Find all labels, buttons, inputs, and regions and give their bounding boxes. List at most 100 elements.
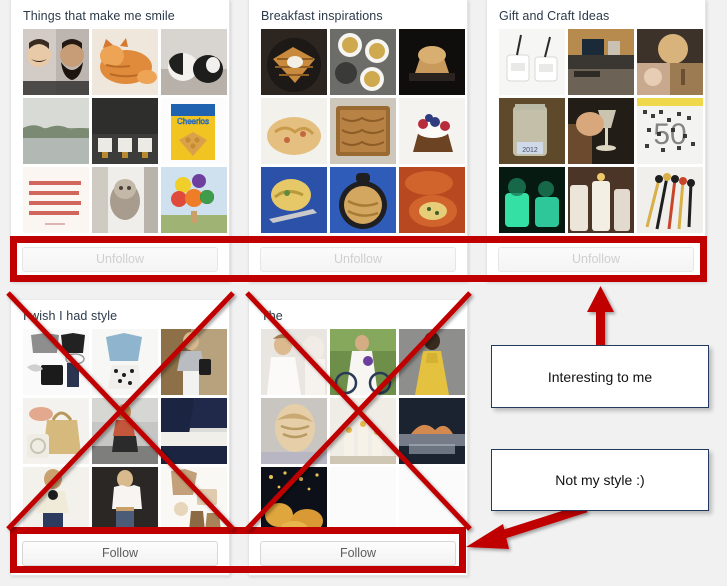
board-title: I wish I had style — [23, 309, 118, 323]
thumb-glowing-green-mason-jars-photo[interactable] — [499, 167, 565, 233]
thumb-black-white-puppies-photo[interactable] — [161, 29, 227, 95]
thumb-grey-top-outfit-flatlay[interactable] — [23, 329, 89, 395]
thumb-orange-cat-stretching-photo[interactable] — [92, 29, 158, 95]
thumb-stuffed-sweet-potato-eggs-photo[interactable] — [399, 167, 465, 233]
thumb-mustache-beard-men-photo[interactable] — [23, 29, 89, 95]
thumb-art: 50 — [637, 98, 703, 164]
board-card-breakfast-inspirations[interactable]: Breakfast inspirations Unfollow — [248, 0, 468, 282]
thumb-misty-lake-landscape-photo[interactable] — [23, 98, 89, 164]
board-card-the[interactable]: The Follow — [248, 300, 468, 576]
thumb-woman-printed-skirt-street-photo[interactable] — [92, 398, 158, 464]
screenshot-root: Things that make me smile Cheerios Unfol… — [0, 0, 727, 586]
board-title: The — [261, 309, 283, 323]
thumb-skillet-breakfast-bake-photo[interactable] — [330, 167, 396, 233]
thumb-bridal-updo-lace-dress-photo[interactable] — [261, 329, 327, 395]
thumb-sloth-hanging-photo[interactable] — [92, 167, 158, 233]
thumb-bride-with-bicycle-photo[interactable] — [330, 329, 396, 395]
thumb-candle-centerpiece-photo[interactable] — [330, 398, 396, 464]
thumb-art — [568, 98, 634, 164]
thumb-art — [399, 329, 465, 395]
thumb-art — [399, 167, 465, 233]
thumb-hash-browns-photo[interactable] — [261, 98, 327, 164]
thumb-woman-white-shirt-jeans-photo[interactable] — [92, 467, 158, 533]
board-thumbnail-grid — [261, 29, 466, 233]
unfollow-button[interactable]: Unfollow — [22, 246, 218, 272]
thumb-rolled-towels-candles-photo[interactable] — [568, 167, 634, 233]
thumb-number-50-photo-collage[interactable]: 50 — [637, 98, 703, 164]
thumb-art — [330, 29, 396, 95]
thumb-navy-white-outfit-detail-photo[interactable] — [161, 398, 227, 464]
thumb-yellow-bridesmaid-dress-photo[interactable] — [399, 329, 465, 395]
thumb-art — [161, 167, 227, 233]
board-card-things-that-make-me-smile[interactable]: Things that make me smile Cheerios Unfol… — [10, 0, 230, 282]
thumb-art — [499, 29, 565, 95]
board-thumbnail-grid — [261, 329, 466, 537]
thumb-art — [399, 398, 465, 464]
thumb-hand-holding-wine-glass-photo[interactable] — [568, 98, 634, 164]
thumb-art — [23, 398, 89, 464]
thumb-art: Cheerios — [161, 98, 227, 164]
thumb-night-reception-lights-photo[interactable] — [261, 467, 327, 537]
svg-text:Cheerios: Cheerios — [177, 117, 209, 126]
thumb-chambray-shirt-outfit-flatlay[interactable] — [92, 329, 158, 395]
thumb-tan-outfit-accessories-flatlay[interactable] — [161, 467, 227, 533]
thumb-art — [161, 329, 227, 395]
thumb-art — [399, 98, 465, 164]
thumb-art — [568, 29, 634, 95]
thumb-art — [92, 98, 158, 164]
board-follow-bar: Unfollow — [249, 237, 467, 281]
board-thumbnail-grid — [23, 329, 228, 533]
unfollow-button[interactable]: Unfollow — [498, 246, 694, 272]
thumb-braided-updo-hairstyle-photo[interactable] — [261, 398, 327, 464]
thumb-art — [23, 98, 89, 164]
thumb-dark-wall-with-framed-notes-photo[interactable] — [92, 98, 158, 164]
thumb-muffin-closeup-photo[interactable] — [399, 29, 465, 95]
thumb-mason-jar-memory-2012-photo[interactable]: 2012 — [499, 98, 565, 164]
thumb-art — [261, 467, 327, 537]
thumb-woman-white-jeans-street-photo[interactable] — [161, 329, 227, 395]
svg-text:2012: 2012 — [522, 147, 538, 154]
svg-text:50: 50 — [653, 118, 686, 151]
thumb-baked-oatmeal-casserole-photo[interactable] — [330, 98, 396, 164]
board-title: Breakfast inspirations — [261, 9, 383, 23]
not-my-style-callout: Not my style :) — [491, 449, 709, 511]
thumb-egg-casserole-on-blue-plate-photo[interactable] — [261, 167, 327, 233]
board-card-i-wish-i-had-style[interactable]: I wish I had style Follow — [10, 300, 230, 576]
thumb-art — [261, 329, 327, 395]
thumb-woman-cream-sweater-photo[interactable] — [23, 467, 89, 533]
thumb-art — [330, 167, 396, 233]
board-title: Gift and Craft Ideas — [499, 9, 610, 23]
thumb-art — [330, 329, 396, 395]
thumb-art — [23, 329, 89, 395]
thumb-painted-wooden-skewers-photo[interactable] — [637, 167, 703, 233]
thumb-painted-mugs-with-straws-photo[interactable] — [499, 29, 565, 95]
thumb-copper-dessert-table-photo[interactable] — [399, 398, 465, 464]
thumb-desk-workspace-photo[interactable] — [568, 29, 634, 95]
interesting-to-me-callout: Interesting to me — [491, 345, 709, 408]
thumb-art — [637, 167, 703, 233]
board-follow-bar: Follow — [249, 531, 467, 575]
board-card-gift-and-craft-ideas[interactable]: Gift and Craft Ideas 2012 50 Unfollow — [486, 0, 706, 282]
thumb-art — [261, 98, 327, 164]
thumb-look-like-a-girl-quote-poster[interactable] — [23, 167, 89, 233]
thumb-straw-tote-bag-photo[interactable] — [23, 398, 89, 464]
board-thumbnail-grid: Cheerios — [23, 29, 228, 233]
unfollow-button[interactable]: Unfollow — [260, 246, 456, 272]
follow-button[interactable]: Follow — [22, 540, 218, 566]
thumb-waffles-with-cream-photo[interactable] — [261, 29, 327, 95]
thumb-art — [261, 29, 327, 95]
callout-text: Not my style :) — [555, 472, 645, 488]
thumb-art — [23, 167, 89, 233]
thumb-cheerios-cereal-box-photo[interactable]: Cheerios — [161, 98, 227, 164]
thumb-art — [261, 398, 327, 464]
board-follow-bar: Follow — [11, 531, 229, 575]
follow-button[interactable]: Follow — [260, 540, 456, 566]
thumb-baked-egg-ramekins-photo[interactable] — [330, 29, 396, 95]
callout-text: Interesting to me — [547, 368, 653, 385]
thumb-art — [499, 167, 565, 233]
thumb-art — [637, 29, 703, 95]
thumb-colorful-balloons-photo[interactable] — [161, 167, 227, 233]
thumb-woven-pendant-lamp-collage[interactable] — [637, 29, 703, 95]
thumb-art — [23, 467, 89, 533]
thumb-berry-dessert-with-cream-photo[interactable] — [399, 98, 465, 164]
